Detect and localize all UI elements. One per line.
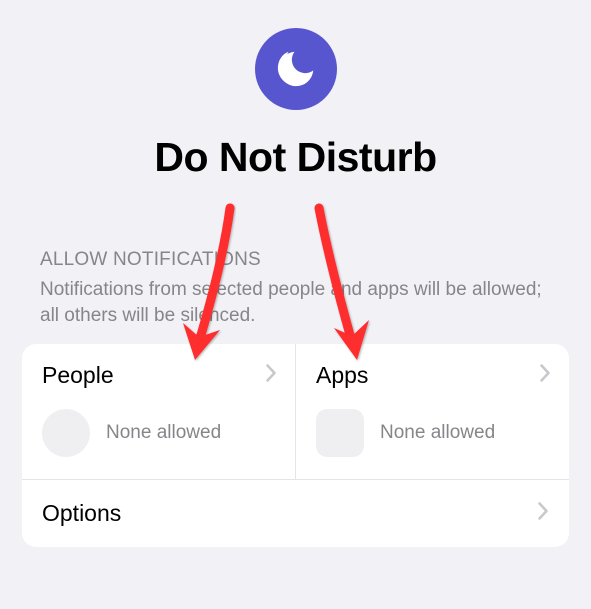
section-description: Notifications from selected people and a… — [22, 271, 569, 328]
allow-notifications-section: ALLOW NOTIFICATIONS Notifications from s… — [0, 249, 591, 547]
people-title: People — [42, 362, 275, 389]
card-group: People None allowed Apps — [22, 344, 569, 547]
people-status-row: None allowed — [42, 409, 275, 457]
people-status: None allowed — [106, 422, 221, 444]
chevron-right-icon — [538, 502, 549, 525]
contact-placeholder-icon — [42, 409, 90, 457]
header: Do Not Disturb — [0, 0, 591, 181]
options-title: Options — [42, 500, 121, 527]
chevron-right-icon — [540, 364, 551, 387]
chevron-right-icon — [266, 364, 277, 387]
apps-status-row: None allowed — [316, 409, 549, 457]
people-apps-row: People None allowed Apps — [22, 344, 569, 480]
people-cell[interactable]: People None allowed — [22, 344, 296, 479]
apps-title: Apps — [316, 362, 549, 389]
app-placeholder-icon — [316, 409, 364, 457]
options-cell[interactable]: Options — [22, 480, 569, 547]
page-title: Do Not Disturb — [0, 134, 591, 181]
moon-icon — [255, 28, 337, 110]
apps-status: None allowed — [380, 422, 495, 444]
section-header: ALLOW NOTIFICATIONS — [22, 249, 569, 271]
apps-cell[interactable]: Apps None allowed — [296, 344, 569, 479]
